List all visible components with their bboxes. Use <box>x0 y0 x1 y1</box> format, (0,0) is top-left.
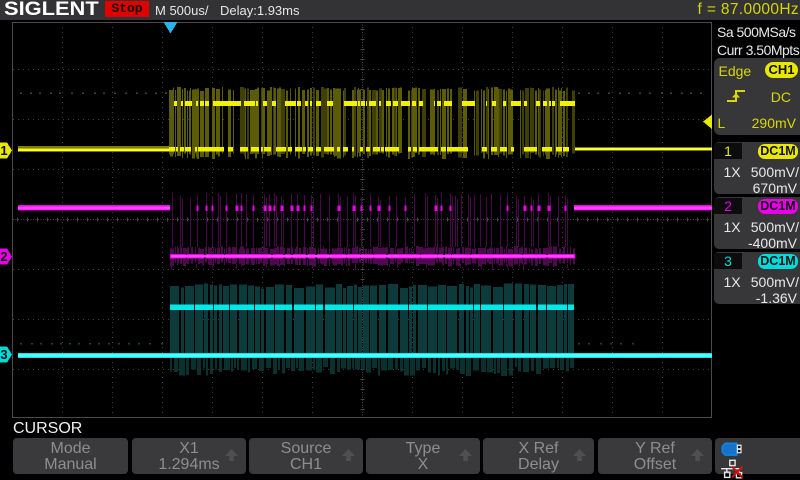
svg-text:3: 3 <box>0 347 7 362</box>
svg-text:2: 2 <box>0 249 7 264</box>
svg-text:1: 1 <box>0 143 7 158</box>
